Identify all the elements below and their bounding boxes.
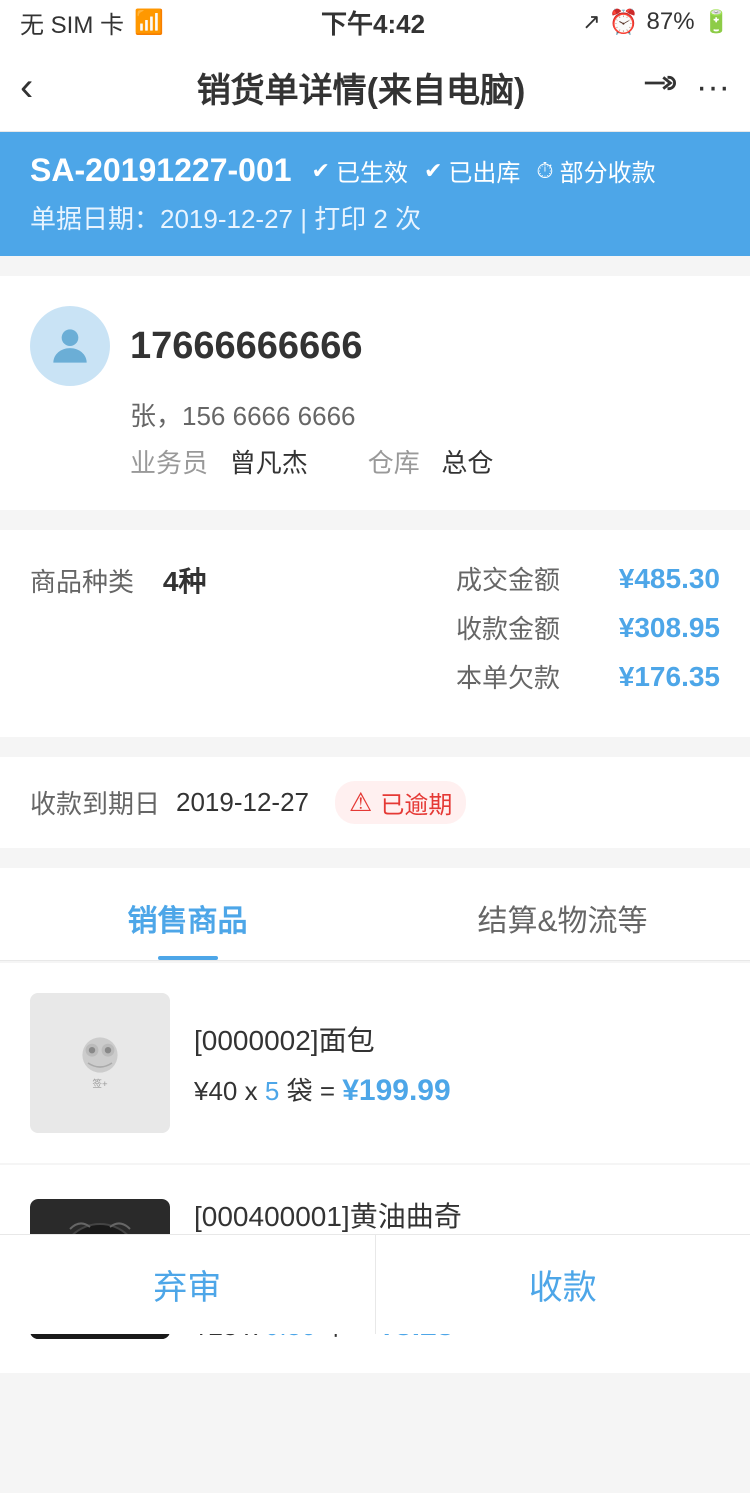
cancel-button[interactable]: 弃审: [0, 1235, 376, 1334]
overdue-badge: ⚠ 已逾期: [335, 781, 466, 824]
order-header-top: SA-20191227-001 ✔ 已生效 ✔ 已出库 ⏱ 部分收款: [30, 152, 720, 189]
nav-actions: ···: [642, 66, 730, 109]
check-icon-2: ✔: [424, 158, 442, 184]
confirm-button[interactable]: 收款: [376, 1235, 750, 1334]
multiply-sign-bread: x: [245, 1076, 265, 1106]
status-time: 下午4:42: [321, 4, 425, 41]
customer-row: 17666666666: [30, 306, 720, 386]
order-header: SA-20191227-001 ✔ 已生效 ✔ 已出库 ⏱ 部分收款 单据日期：…: [0, 132, 750, 256]
avatar: [30, 306, 110, 386]
battery-icon: 🔋: [703, 9, 730, 35]
status-right: ↗ ⏰ 87% 🔋: [582, 8, 730, 37]
due-date-label: 收款到期日: [30, 784, 160, 821]
overdue-icon: ⚠: [349, 787, 372, 818]
customer-details: 张，156 6666 6666 业务员 曾凡杰 仓库 总仓: [30, 396, 720, 480]
deal-amount-value: ¥485.30: [580, 563, 720, 595]
share-button[interactable]: [642, 66, 676, 109]
location-icon: ↗: [582, 9, 600, 35]
product-image-placeholder-bread: 签+: [30, 993, 170, 1133]
action-bar: 弃审 收款: [0, 1234, 750, 1334]
clock-icon: ⏱: [536, 158, 553, 184]
tab-sales-products[interactable]: 销售商品: [0, 868, 375, 960]
back-button[interactable]: ‹: [20, 65, 80, 110]
salesperson-label: 业务员: [130, 448, 208, 478]
product-types-label: 商品种类: [30, 567, 134, 597]
alarm-icon: ⏰: [609, 8, 639, 37]
stats-section: 商品种类 4种 成交金额 ¥485.30 收款金额 ¥308.95 本单欠款 ¥…: [0, 530, 750, 737]
equals-sign-bread: =: [320, 1076, 342, 1106]
product-image-bread: 签+: [30, 993, 170, 1133]
status-left: 无 SIM 卡 📶: [20, 5, 164, 40]
stats-left: 商品种类 4种: [30, 560, 375, 608]
customer-phone: 17666666666: [130, 325, 362, 368]
tab-settlement[interactable]: 结算&物流等: [375, 868, 750, 960]
check-icon-1: ✔: [312, 158, 330, 184]
warehouse-value: 总仓: [441, 448, 493, 478]
debt-amount-row: 本单欠款 ¥176.35: [375, 658, 720, 695]
stats-right: 成交金额 ¥485.30 收款金额 ¥308.95 本单欠款 ¥176.35: [375, 560, 720, 707]
page-title: 销货单详情(来自电脑): [80, 63, 642, 112]
product-types-value: 4种: [163, 566, 207, 597]
unit-bread: 袋: [287, 1076, 313, 1106]
status-activated: ✔ 已生效: [312, 153, 408, 188]
carrier-text: 无 SIM 卡: [20, 5, 124, 40]
status-partial-payment: ⏱ 部分收款: [536, 153, 655, 188]
wifi-icon: 📶: [134, 8, 164, 37]
bottom-spacer: [0, 1373, 750, 1493]
warehouse-label: 仓库: [368, 448, 420, 478]
customer-meta: 业务员 曾凡杰 仓库 总仓: [130, 443, 720, 480]
payment-amount-value: ¥308.95: [580, 612, 720, 644]
customer-section: 17666666666 张，156 6666 6666 业务员 曾凡杰 仓库 总…: [0, 276, 750, 510]
customer-name: 张，156 6666 6666: [130, 396, 720, 433]
due-section: 收款到期日 2019-12-27 ⚠ 已逾期: [0, 757, 750, 848]
product-types-row: 商品种类 4种: [30, 560, 375, 600]
status-bar: 无 SIM 卡 📶 下午4:42 ↗ ⏰ 87% 🔋: [0, 0, 750, 44]
deal-amount-row: 成交金额 ¥485.30: [375, 560, 720, 597]
product-item-bread: 签+ [0000002]面包 ¥40 x 5 袋 = ¥199.99: [0, 963, 750, 1163]
payment-amount-row: 收款金额 ¥308.95: [375, 609, 720, 646]
svg-text:签+: 签+: [92, 1078, 108, 1090]
debt-amount-label: 本单欠款: [456, 658, 560, 695]
nav-bar: ‹ 销货单详情(来自电脑) ···: [0, 44, 750, 132]
unit-price-bread: ¥40: [194, 1076, 237, 1106]
payment-amount-label: 收款金额: [456, 609, 560, 646]
product-name-bread: [0000002]面包: [194, 1019, 720, 1059]
product-price-bread: ¥40 x 5 袋 = ¥199.99: [194, 1071, 720, 1108]
deal-amount-label: 成交金额: [456, 560, 560, 597]
overdue-text: 已逾期: [380, 785, 452, 820]
salesperson-value: 曾凡杰: [230, 448, 308, 478]
product-list: 签+ [0000002]面包 ¥40 x 5 袋 = ¥199.99: [0, 963, 750, 1493]
total-bread: ¥199.99: [342, 1074, 450, 1107]
more-button[interactable]: ···: [696, 68, 730, 107]
debt-amount-value: ¥176.35: [580, 661, 720, 693]
product-info-bread: [0000002]面包 ¥40 x 5 袋 = ¥199.99: [194, 1019, 720, 1108]
tabs-row: 销售商品 结算&物流等: [0, 868, 750, 960]
status-shipped: ✔ 已出库: [424, 153, 520, 188]
battery-text: 87%: [647, 8, 695, 36]
order-date: 单据日期：2019-12-27 | 打印 2 次: [30, 199, 720, 236]
tabs-section: 销售商品 结算&物流等: [0, 868, 750, 961]
order-id: SA-20191227-001: [30, 152, 292, 189]
due-date-value: 2019-12-27: [176, 787, 309, 818]
status-badges: ✔ 已生效 ✔ 已出库 ⏱ 部分收款: [312, 153, 656, 188]
qty-bread: 5: [265, 1076, 279, 1106]
product-name-cookies: [000400001]黄油曲奇: [194, 1195, 720, 1235]
